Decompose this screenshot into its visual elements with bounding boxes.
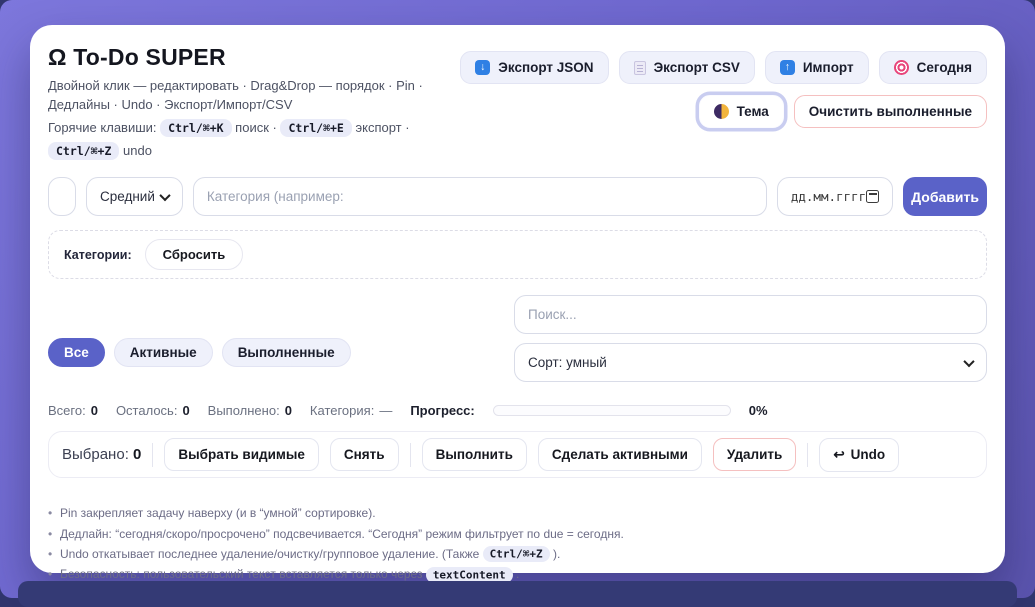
tip-deadline: Дедлайн: “сегодня/скоро/просрочено” подс… xyxy=(48,524,987,544)
add-task-form: Средний дд.мм.гггг Добавить xyxy=(48,177,987,217)
target-icon xyxy=(893,60,909,75)
import-label: Импорт xyxy=(802,60,854,75)
undo-button[interactable]: ↩ Undo xyxy=(819,437,900,472)
deselect-button[interactable]: Снять xyxy=(329,438,399,472)
bottom-bar xyxy=(18,581,1017,607)
stat-category: Категория: — xyxy=(309,403,393,419)
hotkeys-undo-suffix: undo xyxy=(123,143,152,159)
date-placeholder: дд.мм.гггг xyxy=(790,189,867,205)
divider xyxy=(409,442,411,467)
filter-done-chip[interactable]: Выполненные xyxy=(221,338,351,368)
theme-label: Тема xyxy=(736,104,769,119)
theme-toggle-button[interactable]: Тема xyxy=(698,95,784,128)
divider xyxy=(807,442,809,467)
chevron-down-icon xyxy=(159,189,171,202)
todo-app-card: Ω To-Do SUPER Двойной клик — редактирова… xyxy=(30,25,1005,585)
document-icon xyxy=(633,60,646,75)
header: Ω To-Do SUPER Двойной клик — редактирова… xyxy=(48,44,987,162)
stats-row: Всего: 0 Осталось: 0 Выполнено: 0 Категория… xyxy=(48,403,987,418)
today-filter-button[interactable]: Сегодня xyxy=(878,51,987,84)
export-csv-label: Экспорт CSV xyxy=(653,60,740,75)
clear-completed-label: Очистить выполненные xyxy=(808,104,972,119)
hotkeys-line: Горячие клавиши: Ctrl/⌘+K поиск · Ctrl/⌘… xyxy=(48,116,460,163)
undo-label: Undo xyxy=(850,447,886,463)
toolbar-row-2: Тема Очистить выполненные xyxy=(698,95,987,128)
tips-list: Pin закрепляет задачу наверху (и в “умно… xyxy=(48,503,987,584)
app-subtitle: Двойной клик — редактировать · Drag&Drop… xyxy=(48,78,423,112)
filter-all-chip[interactable]: Все xyxy=(48,338,105,368)
categories-bar: Категории: Сбросить xyxy=(48,230,987,280)
stat-total: Всего: 0 xyxy=(48,403,98,419)
hotkeys-label: Горячие клавиши: xyxy=(48,119,157,135)
search-sort-column: Сорт: умный xyxy=(514,295,987,383)
export-json-label: Экспорт JSON xyxy=(498,60,594,75)
hotkeys-search-suffix: поиск · xyxy=(235,119,277,135)
sort-value: Сорт: умный xyxy=(528,355,607,371)
export-json-button[interactable]: ↓ Экспорт JSON xyxy=(460,51,609,84)
add-task-button[interactable]: Добавить xyxy=(903,177,987,217)
app-title: Ω To-Do SUPER xyxy=(48,44,226,70)
page-background: Ω To-Do SUPER Двойной клик — редактирова… xyxy=(0,0,1035,607)
priority-value: Средний xyxy=(100,189,155,205)
kbd-undo-shortcut: Ctrl/⌘+Z xyxy=(482,546,550,563)
selected-count: Выбрано: 0 xyxy=(62,446,142,464)
filter-chips: Все Активные Выполненные xyxy=(48,338,351,368)
progress-label: Прогресс: xyxy=(410,403,475,419)
stat-remaining: Осталось: 0 xyxy=(115,403,190,419)
task-input-wrap xyxy=(48,177,76,217)
kbd-search-shortcut: Ctrl/⌘+K xyxy=(160,118,232,137)
select-visible-button[interactable]: Выбрать видимые xyxy=(164,438,319,472)
delete-selected-button[interactable]: Удалить xyxy=(712,438,797,472)
batch-actions-bar: Выбрано: 0 Выбрать видимые Снять Выполни… xyxy=(48,431,987,479)
theme-moon-icon xyxy=(713,104,729,119)
stat-done: Выполнено: 0 xyxy=(207,403,292,419)
due-date-input[interactable]: дд.мм.гггг xyxy=(776,177,894,217)
header-left: Ω To-Do SUPER Двойной клик — редактирова… xyxy=(48,44,460,162)
toolbar-row-1: ↓ Экспорт JSON Экспорт CSV ↑ Импорт Сего… xyxy=(460,51,987,84)
categories-label: Категории: xyxy=(64,247,132,262)
category-input[interactable] xyxy=(192,177,767,217)
progress-bar xyxy=(492,405,731,417)
sort-select[interactable]: Сорт: умный xyxy=(514,343,987,383)
mark-active-button[interactable]: Сделать активными xyxy=(537,438,702,472)
export-csv-button[interactable]: Экспорт CSV xyxy=(618,51,755,84)
priority-select[interactable]: Средний xyxy=(86,177,183,217)
today-label: Сегодня xyxy=(916,60,972,75)
import-button[interactable]: ↑ Импорт xyxy=(764,51,869,84)
download-icon: ↓ xyxy=(475,60,491,75)
header-toolbar: ↓ Экспорт JSON Экспорт CSV ↑ Импорт Сего… xyxy=(460,44,987,128)
tip-pin: Pin закрепляет задачу наверху (и в “умно… xyxy=(48,503,987,523)
calendar-icon xyxy=(866,190,880,204)
filter-row: Все Активные Выполненные Сорт: умный xyxy=(48,295,987,383)
search-input[interactable] xyxy=(514,295,987,335)
kbd-export-shortcut: Ctrl/⌘+E xyxy=(280,118,352,137)
tip-undo: Undo откатывает последнее удаление/очист… xyxy=(48,544,987,565)
filter-active-chip[interactable]: Активные xyxy=(113,338,213,368)
categories-reset-button[interactable]: Сбросить xyxy=(144,239,244,271)
undo-icon: ↩ xyxy=(833,446,845,462)
progress-percent: 0% xyxy=(748,403,768,419)
chevron-down-icon xyxy=(963,355,975,368)
hotkeys-export-suffix: экспорт · xyxy=(355,119,410,135)
mark-done-button[interactable]: Выполнить xyxy=(421,438,527,472)
clear-completed-button[interactable]: Очистить выполненные xyxy=(793,95,987,128)
upload-icon: ↑ xyxy=(779,60,795,75)
kbd-undo-shortcut: Ctrl/⌘+Z xyxy=(48,142,120,161)
new-task-input[interactable] xyxy=(48,177,76,217)
divider xyxy=(152,442,154,467)
